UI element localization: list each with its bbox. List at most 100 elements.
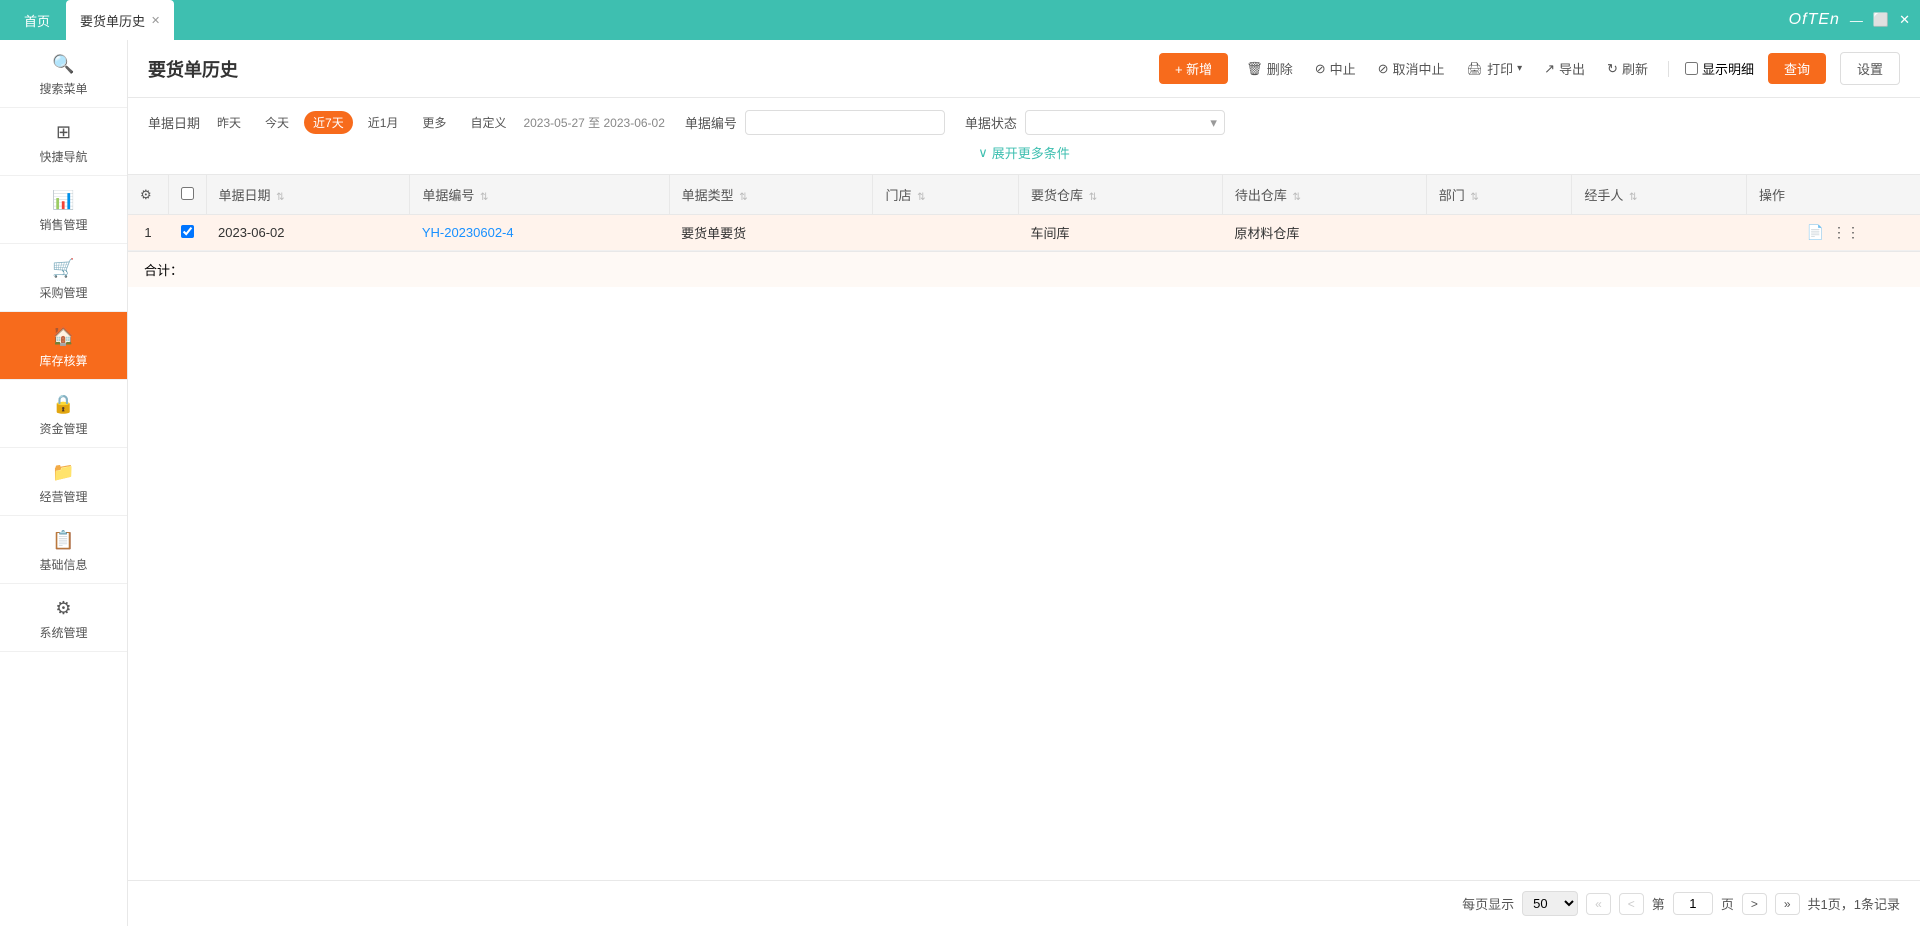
refresh-button[interactable]: ↻ 刷新 bbox=[1603, 59, 1652, 78]
show-detail-toggle[interactable]: 显示明细 bbox=[1685, 59, 1754, 78]
row-check[interactable] bbox=[168, 215, 206, 251]
row-type: 要货单要货 bbox=[669, 215, 873, 251]
window-minimize-btn[interactable]: — bbox=[1850, 13, 1863, 28]
col-action: 操作 bbox=[1747, 175, 1920, 215]
sidebar-item-system[interactable]: ⚙ 系统管理 bbox=[0, 584, 127, 652]
sidebar-item-operations[interactable]: 📁 经营管理 bbox=[0, 448, 127, 516]
sidebar-item-basic-info[interactable]: 📋 基础信息 bbox=[0, 516, 127, 584]
toolbar: + 新增 🗑 删除 ⊘ 中止 ⊘ 取消中止 🖨 打印 ▾ bbox=[1159, 52, 1900, 85]
date-filter-group: 单据日期 昨天 今天 近7天 近1月 更多 自定义 2023-05-27 至 2… bbox=[148, 111, 665, 134]
show-detail-checkbox[interactable] bbox=[1685, 62, 1698, 75]
sidebar-item-finance[interactable]: 🔒 资金管理 bbox=[0, 380, 127, 448]
next-page-btn[interactable]: > bbox=[1742, 893, 1767, 915]
doc-status-select-wrapper bbox=[1025, 110, 1225, 135]
col-handler[interactable]: 经手人 ⇅ bbox=[1572, 175, 1747, 215]
finance-icon: 🔒 bbox=[52, 394, 74, 415]
row-edit-icon[interactable]: 📄 bbox=[1807, 224, 1824, 241]
per-page-label: 每页显示 bbox=[1462, 894, 1514, 913]
sidebar-item-basic-info-label: 基础信息 bbox=[39, 556, 87, 573]
new-button[interactable]: + 新增 bbox=[1159, 53, 1228, 84]
content-area: 要货单历史 + 新增 🗑 删除 ⊘ 中止 ⊘ 取消中止 🖨 打印 bbox=[128, 40, 1920, 926]
doc-number-input[interactable] bbox=[745, 110, 945, 135]
sidebar-item-inventory[interactable]: 🏠 库存核算 bbox=[0, 312, 127, 380]
date-btn-today[interactable]: 今天 bbox=[256, 111, 298, 134]
sidebar-item-nav[interactable]: ⊞ 快捷导航 bbox=[0, 108, 127, 176]
total-info: 共1页，1条记录 bbox=[1808, 894, 1900, 913]
print-button[interactable]: 🖨 打印 ▾ bbox=[1463, 59, 1527, 78]
tab-home[interactable]: 首页 bbox=[10, 0, 64, 40]
date-btn-custom[interactable]: 自定义 bbox=[461, 111, 515, 134]
nav-icon: ⊞ bbox=[56, 122, 71, 143]
export-button[interactable]: ↗ 导出 bbox=[1540, 59, 1589, 78]
last-page-btn[interactable]: » bbox=[1775, 893, 1800, 915]
page-header: 要货单历史 + 新增 🗑 删除 ⊘ 中止 ⊘ 取消中止 🖨 打印 bbox=[128, 40, 1920, 98]
sidebar-item-purchase-label: 采购管理 bbox=[39, 284, 87, 301]
data-table: ⚙ 单据日期 ⇅ 单据编号 ⇅ 单据类型 bbox=[128, 175, 1920, 251]
window-close-btn[interactable]: ✕ bbox=[1899, 12, 1910, 28]
sidebar-item-sales[interactable]: 📊 销售管理 bbox=[0, 176, 127, 244]
doc-number-label: 单据编号 bbox=[685, 113, 737, 132]
date-btn-7days[interactable]: 近7天 bbox=[304, 111, 353, 134]
table-header: ⚙ 单据日期 ⇅ 单据编号 ⇅ 单据类型 bbox=[128, 175, 1920, 215]
tab-purchase-history[interactable]: 要货单历史 ✕ bbox=[66, 0, 174, 40]
sidebar-item-finance-label: 资金管理 bbox=[39, 420, 87, 437]
sort-store-icon: ⇅ bbox=[917, 192, 925, 203]
top-bar-right: OfTEn — ⬜ ✕ bbox=[1789, 11, 1910, 29]
search-menu-icon: 🔍 bbox=[52, 54, 74, 75]
expand-more-label: 展开更多条件 bbox=[992, 143, 1070, 162]
settings-button[interactable]: 设置 bbox=[1840, 52, 1900, 85]
col-pending-warehouse[interactable]: 待出仓库 ⇅ bbox=[1222, 175, 1426, 215]
col-date[interactable]: 单据日期 ⇅ bbox=[206, 175, 410, 215]
doc-status-filter-group: 单据状态 bbox=[965, 110, 1225, 135]
col-store[interactable]: 门店 ⇅ bbox=[873, 175, 1019, 215]
sidebar-item-purchase[interactable]: 🛒 采购管理 bbox=[0, 244, 127, 312]
sort-req-warehouse-icon: ⇅ bbox=[1089, 192, 1097, 203]
close-tab-icon[interactable]: ✕ bbox=[151, 14, 160, 27]
query-button[interactable]: 查询 bbox=[1768, 53, 1826, 84]
table-footer: 合计： bbox=[128, 251, 1920, 287]
tab-purchase-history-label: 要货单历史 bbox=[80, 11, 145, 30]
row-pending-warehouse: 原材料仓库 bbox=[1222, 215, 1426, 251]
col-department[interactable]: 部门 ⇅ bbox=[1426, 175, 1572, 215]
sort-handler-icon: ⇅ bbox=[1629, 192, 1637, 203]
filter-area: 单据日期 昨天 今天 近7天 近1月 更多 自定义 2023-05-27 至 2… bbox=[128, 98, 1920, 175]
sales-icon: 📊 bbox=[52, 190, 74, 211]
sidebar-item-search[interactable]: 🔍 搜索菜单 bbox=[0, 40, 127, 108]
cancel-suspend-button[interactable]: ⊘ 取消中止 bbox=[1374, 59, 1449, 78]
window-maximize-btn[interactable]: ⬜ bbox=[1873, 12, 1889, 28]
row-more-icon[interactable]: ⋮⋮ bbox=[1832, 224, 1860, 241]
per-page-select[interactable]: 50 10 20 100 bbox=[1522, 891, 1578, 916]
toolbar-divider bbox=[1668, 61, 1669, 77]
delete-button[interactable]: 🗑 删除 bbox=[1242, 59, 1297, 78]
sidebar: 🔍 搜索菜单 ⊞ 快捷导航 📊 销售管理 🛒 采购管理 🏠 库存核算 🔒 资金管… bbox=[0, 40, 128, 926]
export-label: 导出 bbox=[1559, 59, 1585, 78]
col-settings[interactable]: ⚙ bbox=[128, 175, 168, 215]
cancel-suspend-label: 取消中止 bbox=[1393, 59, 1445, 78]
system-icon: ⚙ bbox=[55, 598, 71, 619]
col-req-warehouse[interactable]: 要货仓库 ⇅ bbox=[1019, 175, 1223, 215]
col-number[interactable]: 单据编号 ⇅ bbox=[410, 175, 669, 215]
expand-more-button[interactable]: ∨ 展开更多条件 bbox=[978, 143, 1070, 162]
doc-status-input[interactable] bbox=[1025, 110, 1225, 135]
inventory-icon: 🏠 bbox=[52, 326, 74, 347]
table-container: ⚙ 单据日期 ⇅ 单据编号 ⇅ 单据类型 bbox=[128, 175, 1920, 880]
purchase-icon: 🛒 bbox=[52, 258, 74, 279]
date-btn-more[interactable]: 更多 bbox=[413, 111, 455, 134]
date-btn-yesterday[interactable]: 昨天 bbox=[208, 111, 250, 134]
row-department bbox=[1426, 215, 1572, 251]
doc-status-label: 单据状态 bbox=[965, 113, 1017, 132]
prev-page-btn[interactable]: < bbox=[1619, 893, 1644, 915]
select-all-checkbox[interactable] bbox=[181, 187, 194, 200]
export-icon: ↗ bbox=[1544, 61, 1555, 77]
row-store bbox=[873, 215, 1019, 251]
goto-suffix: 页 bbox=[1721, 894, 1734, 913]
col-type[interactable]: 单据类型 ⇅ bbox=[669, 175, 873, 215]
filter-dates: 昨天 今天 近7天 近1月 更多 自定义 bbox=[208, 111, 515, 134]
row-number[interactable]: YH-20230602-4 bbox=[410, 215, 669, 251]
date-btn-1month[interactable]: 近1月 bbox=[359, 111, 408, 134]
top-bar: 首页 要货单历史 ✕ OfTEn — ⬜ ✕ bbox=[0, 0, 1920, 40]
table-row[interactable]: 1 2023-06-02 YH-20230602-4 要货单要货 车间库 原材料… bbox=[128, 215, 1920, 251]
suspend-button[interactable]: ⊘ 中止 bbox=[1311, 59, 1360, 78]
first-page-btn[interactable]: « bbox=[1586, 893, 1611, 915]
page-number-input[interactable] bbox=[1673, 892, 1713, 915]
